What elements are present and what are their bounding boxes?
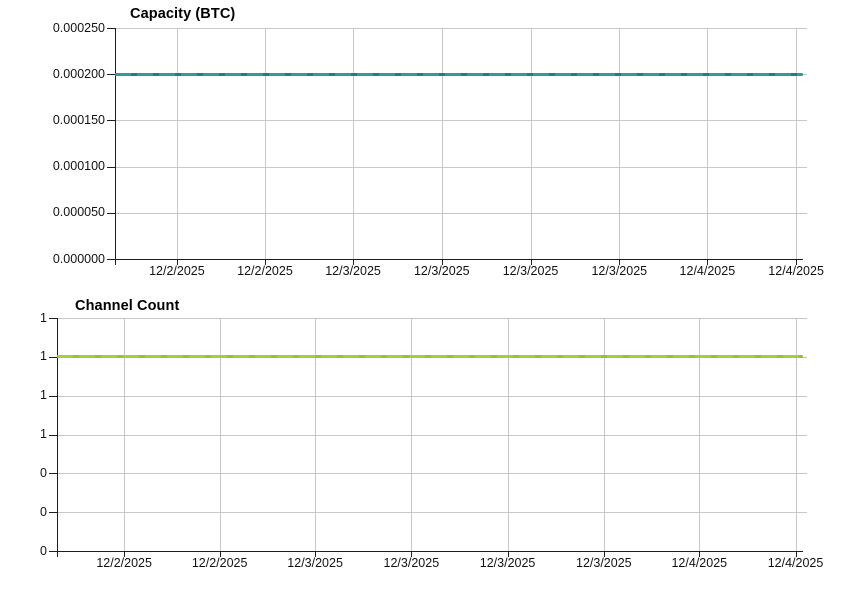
y-axis-label: 1 (40, 427, 47, 441)
series-line-capacity (115, 72, 803, 76)
y-axis-label: 0.000050 (52, 205, 105, 220)
y-tick (107, 120, 115, 122)
y-axis-label: 0 (40, 543, 47, 558)
y-tick (107, 28, 115, 29)
h-gridline (57, 434, 807, 436)
h-gridline (57, 512, 807, 514)
h-gridline (57, 318, 807, 319)
v-gridline (411, 318, 413, 551)
h-gridline (115, 120, 807, 122)
chart-canvas: Capacity (BTC) Channel Count 0.000250 0.0… (0, 0, 860, 600)
v-gridline (796, 28, 798, 259)
x-axis-label: 12/4/2025 (679, 264, 736, 278)
x-axis-label: 12/2/2025 (191, 556, 248, 570)
x-axis-label: 12/4/2025 (767, 556, 824, 570)
v-gridline (507, 318, 509, 551)
h-gridline (115, 28, 807, 29)
v-gridline (219, 318, 221, 551)
y-tick (49, 395, 57, 397)
y-axis-label: 0 (40, 465, 47, 480)
x-axis-label: 12/4/2025 (671, 556, 728, 570)
v-gridline (264, 28, 266, 259)
v-gridline (795, 318, 797, 551)
y-tick (107, 259, 115, 260)
x-axis-line (115, 259, 803, 260)
x-axis-label: 12/3/2025 (383, 556, 440, 570)
y-axis-label: 0.000100 (52, 159, 105, 174)
h-gridline (115, 166, 807, 168)
y-tick (107, 166, 115, 168)
v-gridline (315, 318, 317, 551)
y-tick (49, 318, 57, 319)
v-gridline (441, 28, 443, 259)
x-axis-label: 12/3/2025 (287, 556, 343, 570)
h-gridline (115, 212, 807, 214)
y-axis-label: 1 (40, 388, 47, 403)
x-axis-label: 12/2/2025 (237, 264, 293, 278)
x-axis-label: 12/3/2025 (576, 556, 632, 570)
plots-layer: 0.000250 0.000200 0.000150 0.000100 0.000050… (0, 0, 860, 600)
v-gridline (619, 28, 621, 259)
v-gridline (530, 28, 532, 259)
y-axis-label: 0.000150 (52, 112, 105, 127)
y-axis-label: 0.000000 (52, 251, 105, 266)
y-tick (49, 512, 57, 514)
y-tick (49, 434, 57, 436)
h-gridline (57, 395, 807, 397)
x-axis-label: 12/3/2025 (502, 264, 559, 278)
x-axis-label: 12/3/2025 (479, 556, 536, 570)
v-gridline (353, 28, 355, 259)
series-line-channel-count (57, 355, 803, 359)
y-axis-line (115, 28, 116, 259)
y-axis-label: 0.000200 (52, 66, 105, 81)
y-tick (107, 212, 115, 214)
x-axis-label: 12/2/2025 (149, 264, 205, 278)
x-axis-line (57, 551, 803, 552)
y-tick (49, 356, 57, 358)
v-gridline (124, 318, 126, 551)
x-axis-label: 12/3/2025 (325, 264, 381, 278)
v-gridline (707, 28, 709, 259)
h-gridline (57, 473, 807, 475)
y-axis-line (57, 318, 58, 551)
x-axis-label: 12/4/2025 (768, 264, 824, 278)
y-tick (49, 551, 57, 552)
y-tick (49, 473, 57, 475)
v-gridline (699, 318, 701, 551)
y-axis-label: 1 (40, 349, 47, 364)
y-axis-label: 1 (40, 310, 47, 325)
y-axis-label: 0.000250 (52, 20, 105, 35)
v-gridline (603, 318, 605, 551)
x-axis-label: 12/3/2025 (591, 264, 648, 278)
x-axis-label: 12/2/2025 (96, 556, 152, 570)
v-gridline (176, 28, 178, 259)
y-axis-label: 0 (40, 504, 47, 519)
x-axis-label: 12/3/2025 (413, 264, 470, 278)
y-tick (107, 74, 115, 76)
